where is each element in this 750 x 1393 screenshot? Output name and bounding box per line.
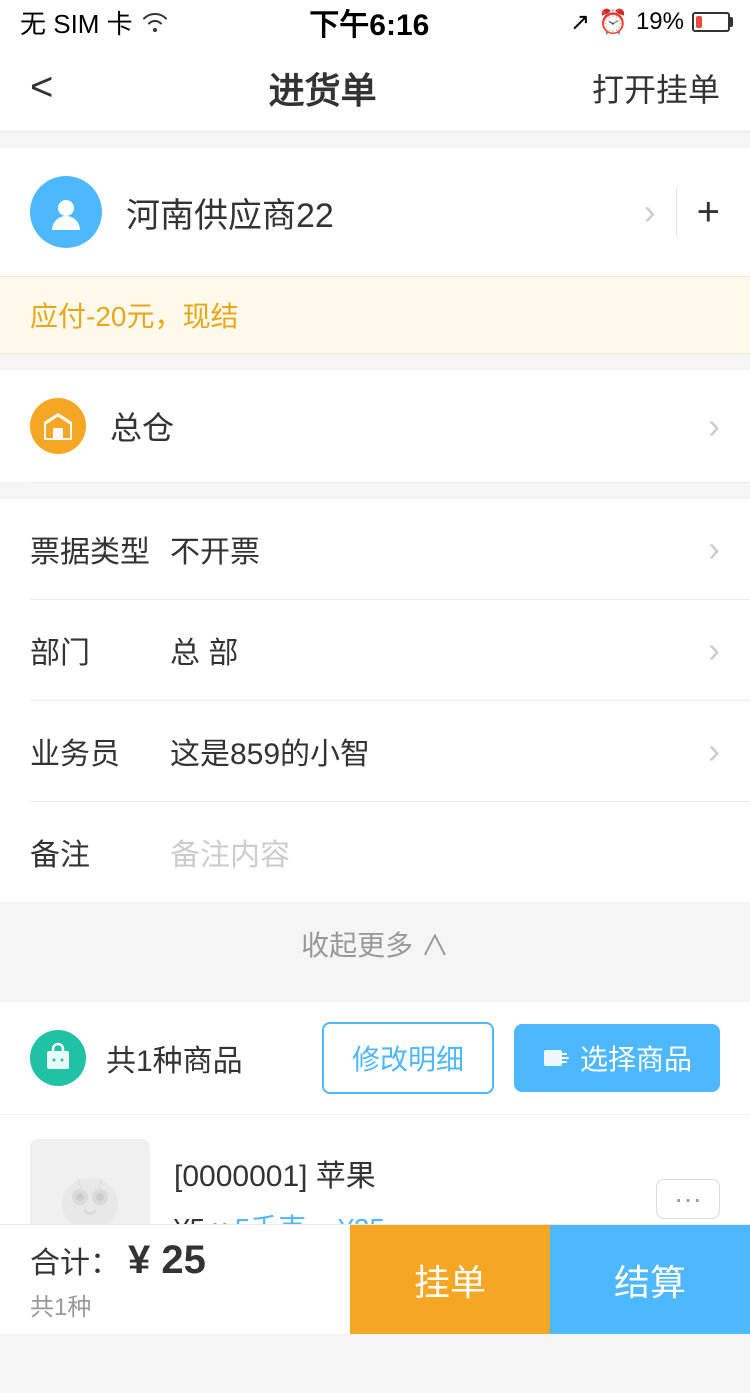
status-bar: 无 SIM 卡 下午6:16 ↗ ⏰ 19% [0,0,750,44]
product-count-text: 共1种商品 [106,1036,302,1080]
total-label: 合计： [30,1238,120,1282]
supplier-avatar [30,176,102,248]
product-name: [0000001] 苹果 [174,1151,632,1195]
warehouse-arrow-icon [708,405,720,447]
add-supplier-button[interactable]: + [697,190,720,235]
back-button[interactable]: < [30,65,53,110]
form-placeholder-remark: 备注内容 [170,830,720,874]
separator-3 [0,483,750,499]
supplier-name[interactable]: 河南供应商22 [126,188,644,237]
product-header: 共1种商品 修改明细 选择商品 [0,1002,750,1114]
checkout-button[interactable]: 结算 [550,1225,750,1334]
bottom-total: 合计： ¥ 25 共1种 [0,1225,350,1334]
form-value-invoice: 不开票 [170,527,698,571]
supplier-arrow-icon [644,191,656,233]
form-key-salesperson: 业务员 [30,729,170,773]
supplier-section: 河南供应商22 + [0,148,750,276]
total-amount: ¥ 25 [128,1238,206,1283]
product-count-icon [30,1030,86,1086]
status-carrier: 无 SIM 卡 [20,4,169,41]
nav-bar: < 进货单 打开挂单 [0,44,750,132]
product-more-button[interactable]: ··· [656,1179,720,1219]
warehouse-row[interactable]: 总仓 [0,370,750,482]
notice-bar: 应付-20元，现结 [0,276,750,354]
select-product-button[interactable]: 选择商品 [514,1024,720,1092]
product-title: 苹果 [316,1160,376,1193]
form-row-salesperson[interactable]: 业务员 这是859的小智 [0,701,750,801]
form-value-dept: 总 部 [170,628,698,672]
page-title: 进货单 [269,62,377,114]
warehouse-label: 总仓 [110,403,708,449]
status-right-group: ↗ ⏰ 19% [570,8,730,37]
form-key-remark: 备注 [30,830,170,874]
form-section: 票据类型 不开票 部门 总 部 业务员 这是859的小智 备注 备注内容 [0,499,750,902]
separator-2 [0,354,750,370]
form-row-dept[interactable]: 部门 总 部 [0,600,750,700]
separator-4 [0,986,750,1002]
notice-text: 应付-20元，现结 [30,301,238,332]
form-value-salesperson: 这是859的小智 [170,729,698,773]
select-product-label: 选择商品 [580,1038,692,1078]
separator-1 [0,132,750,148]
collapse-label: 收起更多 ∧ [301,930,449,961]
collapse-toggle[interactable]: 收起更多 ∧ [0,902,750,986]
form-arrow-invoice [708,528,720,570]
form-row-invoice[interactable]: 票据类型 不开票 [0,499,750,599]
form-key-invoice: 票据类型 [30,527,170,571]
form-arrow-dept [708,629,720,671]
location-icon: ↗ [570,8,590,37]
total-sub: 共1种 [30,1287,320,1322]
alarm-icon: ⏰ [598,8,628,37]
edit-detail-button[interactable]: 修改明细 [322,1022,494,1094]
status-time: 下午6:16 [309,0,429,44]
product-code: [0000001] [174,1160,316,1193]
hang-button[interactable]: 挂单 [350,1225,550,1334]
open-hang-button[interactable]: 打开挂单 [592,65,720,111]
wifi-icon [141,11,169,33]
form-key-dept: 部门 [30,628,170,672]
supplier-divider [676,188,677,236]
form-row-remark[interactable]: 备注 备注内容 [0,802,750,902]
carrier-text: 无 SIM 卡 [20,4,133,41]
battery-icon [692,12,730,32]
warehouse-icon [30,398,86,454]
total-main: 合计： ¥ 25 [30,1238,320,1283]
bottom-bar: 合计： ¥ 25 共1种 挂单 结算 [0,1224,750,1334]
form-arrow-salesperson [708,730,720,772]
battery-percent: 19% [636,8,684,36]
